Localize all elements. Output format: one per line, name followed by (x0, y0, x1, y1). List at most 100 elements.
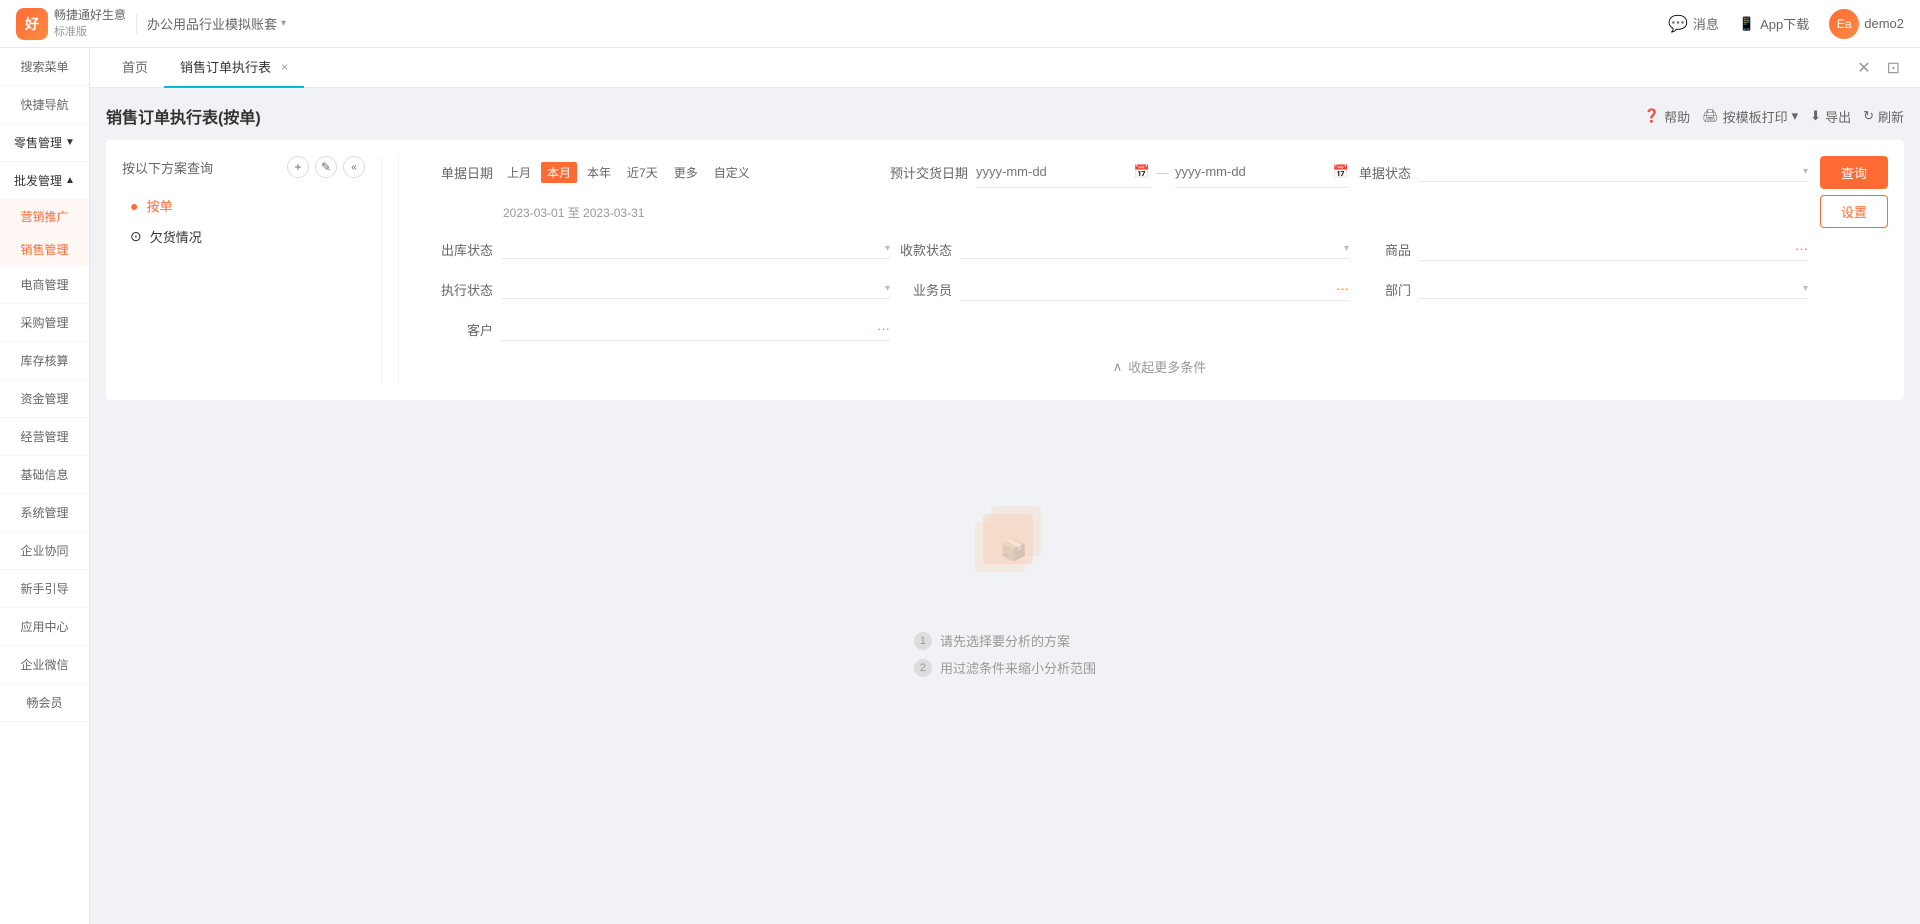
sidebar-item-system[interactable]: 系统管理 (0, 494, 89, 532)
avatar: Ea (1829, 9, 1859, 39)
goods-more-button[interactable]: ··· (1795, 241, 1808, 256)
scheme-active-icon: ● (130, 198, 138, 214)
bill-status-field: 单据状态 ▾ (1349, 156, 1808, 188)
calendar-start-icon[interactable]: 📅 (1134, 164, 1150, 180)
sidebar-item-finance[interactable]: 资金管理 (0, 380, 89, 418)
date-tab-more[interactable]: 更多 (668, 162, 704, 183)
goods-field: 商品 ··· (1349, 237, 1808, 261)
sidebar-item-ecommerce[interactable]: 电商管理 (0, 266, 89, 304)
tab-expand-button[interactable]: ⊡ (1883, 54, 1904, 82)
tip-1-text: 请先选择要分析的方案 (940, 631, 1070, 650)
sidebar-item-retail[interactable]: 零售管理 ▼ (0, 124, 89, 162)
top-bar-divider (136, 14, 137, 34)
main-layout: 搜索菜单 快捷导航 零售管理 ▼ 批发管理 ▲ 营销推广 销售管理 电商管理 采… (0, 48, 1920, 924)
tip-num-2: 2 (914, 659, 932, 677)
forecast-date-field: 预计交货日期 📅 — (890, 156, 1349, 188)
bill-status-label: 单据状态 (1349, 163, 1419, 182)
edit-scheme-button[interactable]: ✎ (315, 156, 337, 178)
settings-button[interactable]: 设置 (1820, 195, 1888, 228)
tip-num-1: 1 (914, 632, 932, 650)
sidebar-item-wholesale[interactable]: 批发管理 ▲ (0, 162, 89, 200)
top-bar-right: 💬 消息 📱 App下载 Ea demo2 (1668, 9, 1904, 39)
tip-2-text: 用过滤条件来缩小分析范围 (940, 658, 1096, 677)
sidebar-sub-item-marketing[interactable]: 营销推广 (0, 200, 89, 233)
print-dropdown-icon[interactable]: ▾ (1792, 108, 1799, 124)
receipt-status-label: 收款状态 (890, 240, 960, 259)
date-tab-custom[interactable]: 自定义 (708, 162, 756, 183)
collapse-more-button[interactable]: ∧ 收起更多条件 (1113, 357, 1207, 376)
out-status-select[interactable]: ▾ (501, 239, 890, 259)
date-tab-last-month[interactable]: 上月 (501, 162, 537, 183)
tab-home[interactable]: 首页 (106, 48, 164, 88)
help-icon: ❓ (1644, 108, 1660, 124)
breadcrumb-dropdown-icon[interactable]: ▾ (281, 18, 286, 29)
sidebar-item-purchase[interactable]: 采购管理 (0, 304, 89, 342)
scheme-by-order-label: 按单 (146, 196, 172, 215)
customer-field: 客户 ··· (431, 317, 890, 341)
calendar-end-icon[interactable]: 📅 (1333, 164, 1349, 180)
scheme-item-backorder[interactable]: ⊙ 欠货情况 (122, 221, 365, 252)
salesman-more-button[interactable]: ··· (1336, 281, 1349, 296)
app-download-action[interactable]: 📱 App下载 (1739, 14, 1809, 33)
refresh-action[interactable]: ↻ 刷新 (1863, 107, 1904, 126)
forecast-date-start-input[interactable] (976, 160, 1130, 183)
refresh-label: 刷新 (1878, 107, 1904, 126)
out-status-label: 出库状态 (431, 240, 501, 259)
message-action[interactable]: 💬 消息 (1668, 14, 1719, 34)
date-range-display: 2023-03-01 至 2023-03-31 (503, 206, 644, 220)
forecast-date-label: 预计交货日期 (890, 163, 976, 182)
forecast-date-end-input[interactable] (1175, 160, 1329, 183)
receipt-status-select[interactable]: ▾ (960, 239, 1349, 259)
salesman-label: 业务员 (890, 280, 960, 299)
user-area[interactable]: Ea demo2 (1829, 9, 1904, 39)
wholesale-label: 批发管理 (14, 172, 62, 189)
out-status-field: 出库状态 ▾ (431, 237, 890, 261)
edit-icon: ✎ (321, 160, 331, 174)
scheme-item-by-order[interactable]: ● 按单 (122, 190, 365, 221)
breadcrumb-area[interactable]: 办公用品行业模拟账套 ▾ (147, 14, 286, 33)
sidebar-item-member[interactable]: 畅会员 (0, 684, 89, 722)
sidebar-item-basic-info[interactable]: 基础信息 (0, 456, 89, 494)
date-tabs: 上月 本月 本年 近7天 更多 自定义 (501, 162, 756, 183)
sidebar-item-quick-nav[interactable]: 快捷导航 (0, 86, 89, 124)
query-button[interactable]: 查询 (1820, 156, 1888, 189)
help-action[interactable]: ❓ 帮助 (1644, 107, 1690, 126)
date-tab-this-year[interactable]: 本年 (581, 162, 617, 183)
collapse-panel-button[interactable]: « (343, 156, 365, 178)
customer-more-button[interactable]: ··· (877, 321, 890, 336)
logo-text-area: 畅捷通好生意 标准版 (54, 8, 126, 38)
app-download-icon: 📱 (1739, 16, 1755, 32)
left-panel-actions: + ✎ « (287, 156, 365, 178)
date-tab-7days[interactable]: 近7天 (621, 162, 664, 183)
customer-label: 客户 (431, 320, 501, 339)
left-scheme-panel: 按以下方案查询 + ✎ « (122, 156, 382, 384)
empty-tips: 1 请先选择要分析的方案 2 用过滤条件来缩小分析范围 (914, 631, 1096, 677)
logo-icon: 好 (16, 8, 48, 40)
print-action[interactable]: 🖨 按模板打印 ▾ (1702, 107, 1798, 126)
sidebar-item-search[interactable]: 搜索菜单 (0, 48, 89, 86)
tab-close-icon[interactable]: × (281, 60, 288, 74)
sidebar-item-enterprise[interactable]: 企业协同 (0, 532, 89, 570)
dept-select[interactable]: ▾ (1419, 279, 1808, 299)
tab-close-window-button[interactable]: ✕ (1853, 54, 1874, 82)
scheme-backorder-label: 欠货情况 (150, 227, 202, 246)
message-label: 消息 (1693, 14, 1719, 33)
left-panel-title: 按以下方案查询 (122, 158, 213, 177)
exec-status-field: 执行状态 ▾ (431, 277, 890, 301)
sidebar-item-inventory[interactable]: 库存核算 (0, 342, 89, 380)
sidebar-sub-item-sales[interactable]: 销售管理 (0, 233, 89, 266)
logo-area: 好 畅捷通好生意 标准版 (16, 8, 126, 40)
add-scheme-button[interactable]: + (287, 156, 309, 178)
sidebar: 搜索菜单 快捷导航 零售管理 ▼ 批发管理 ▲ 营销推广 销售管理 电商管理 采… (0, 48, 90, 924)
date-tab-this-month[interactable]: 本月 (541, 162, 577, 183)
sidebar-item-guide[interactable]: 新手引导 (0, 570, 89, 608)
sidebar-item-app-center[interactable]: 应用中心 (0, 608, 89, 646)
tab-sales-order[interactable]: 销售订单执行表 × (164, 48, 304, 88)
exec-status-select[interactable]: ▾ (501, 279, 890, 299)
svg-text:📦: 📦 (1000, 537, 1027, 562)
sidebar-item-wechat[interactable]: 企业微信 (0, 646, 89, 684)
sidebar-item-management[interactable]: 经营管理 (0, 418, 89, 456)
empty-state: 📦 1 请先选择要分析的方案 2 用过滤条件来缩小分析范围 (106, 412, 1904, 757)
export-action[interactable]: ⬇ 导出 (1810, 107, 1851, 126)
bill-status-select[interactable]: ▾ (1419, 162, 1808, 182)
